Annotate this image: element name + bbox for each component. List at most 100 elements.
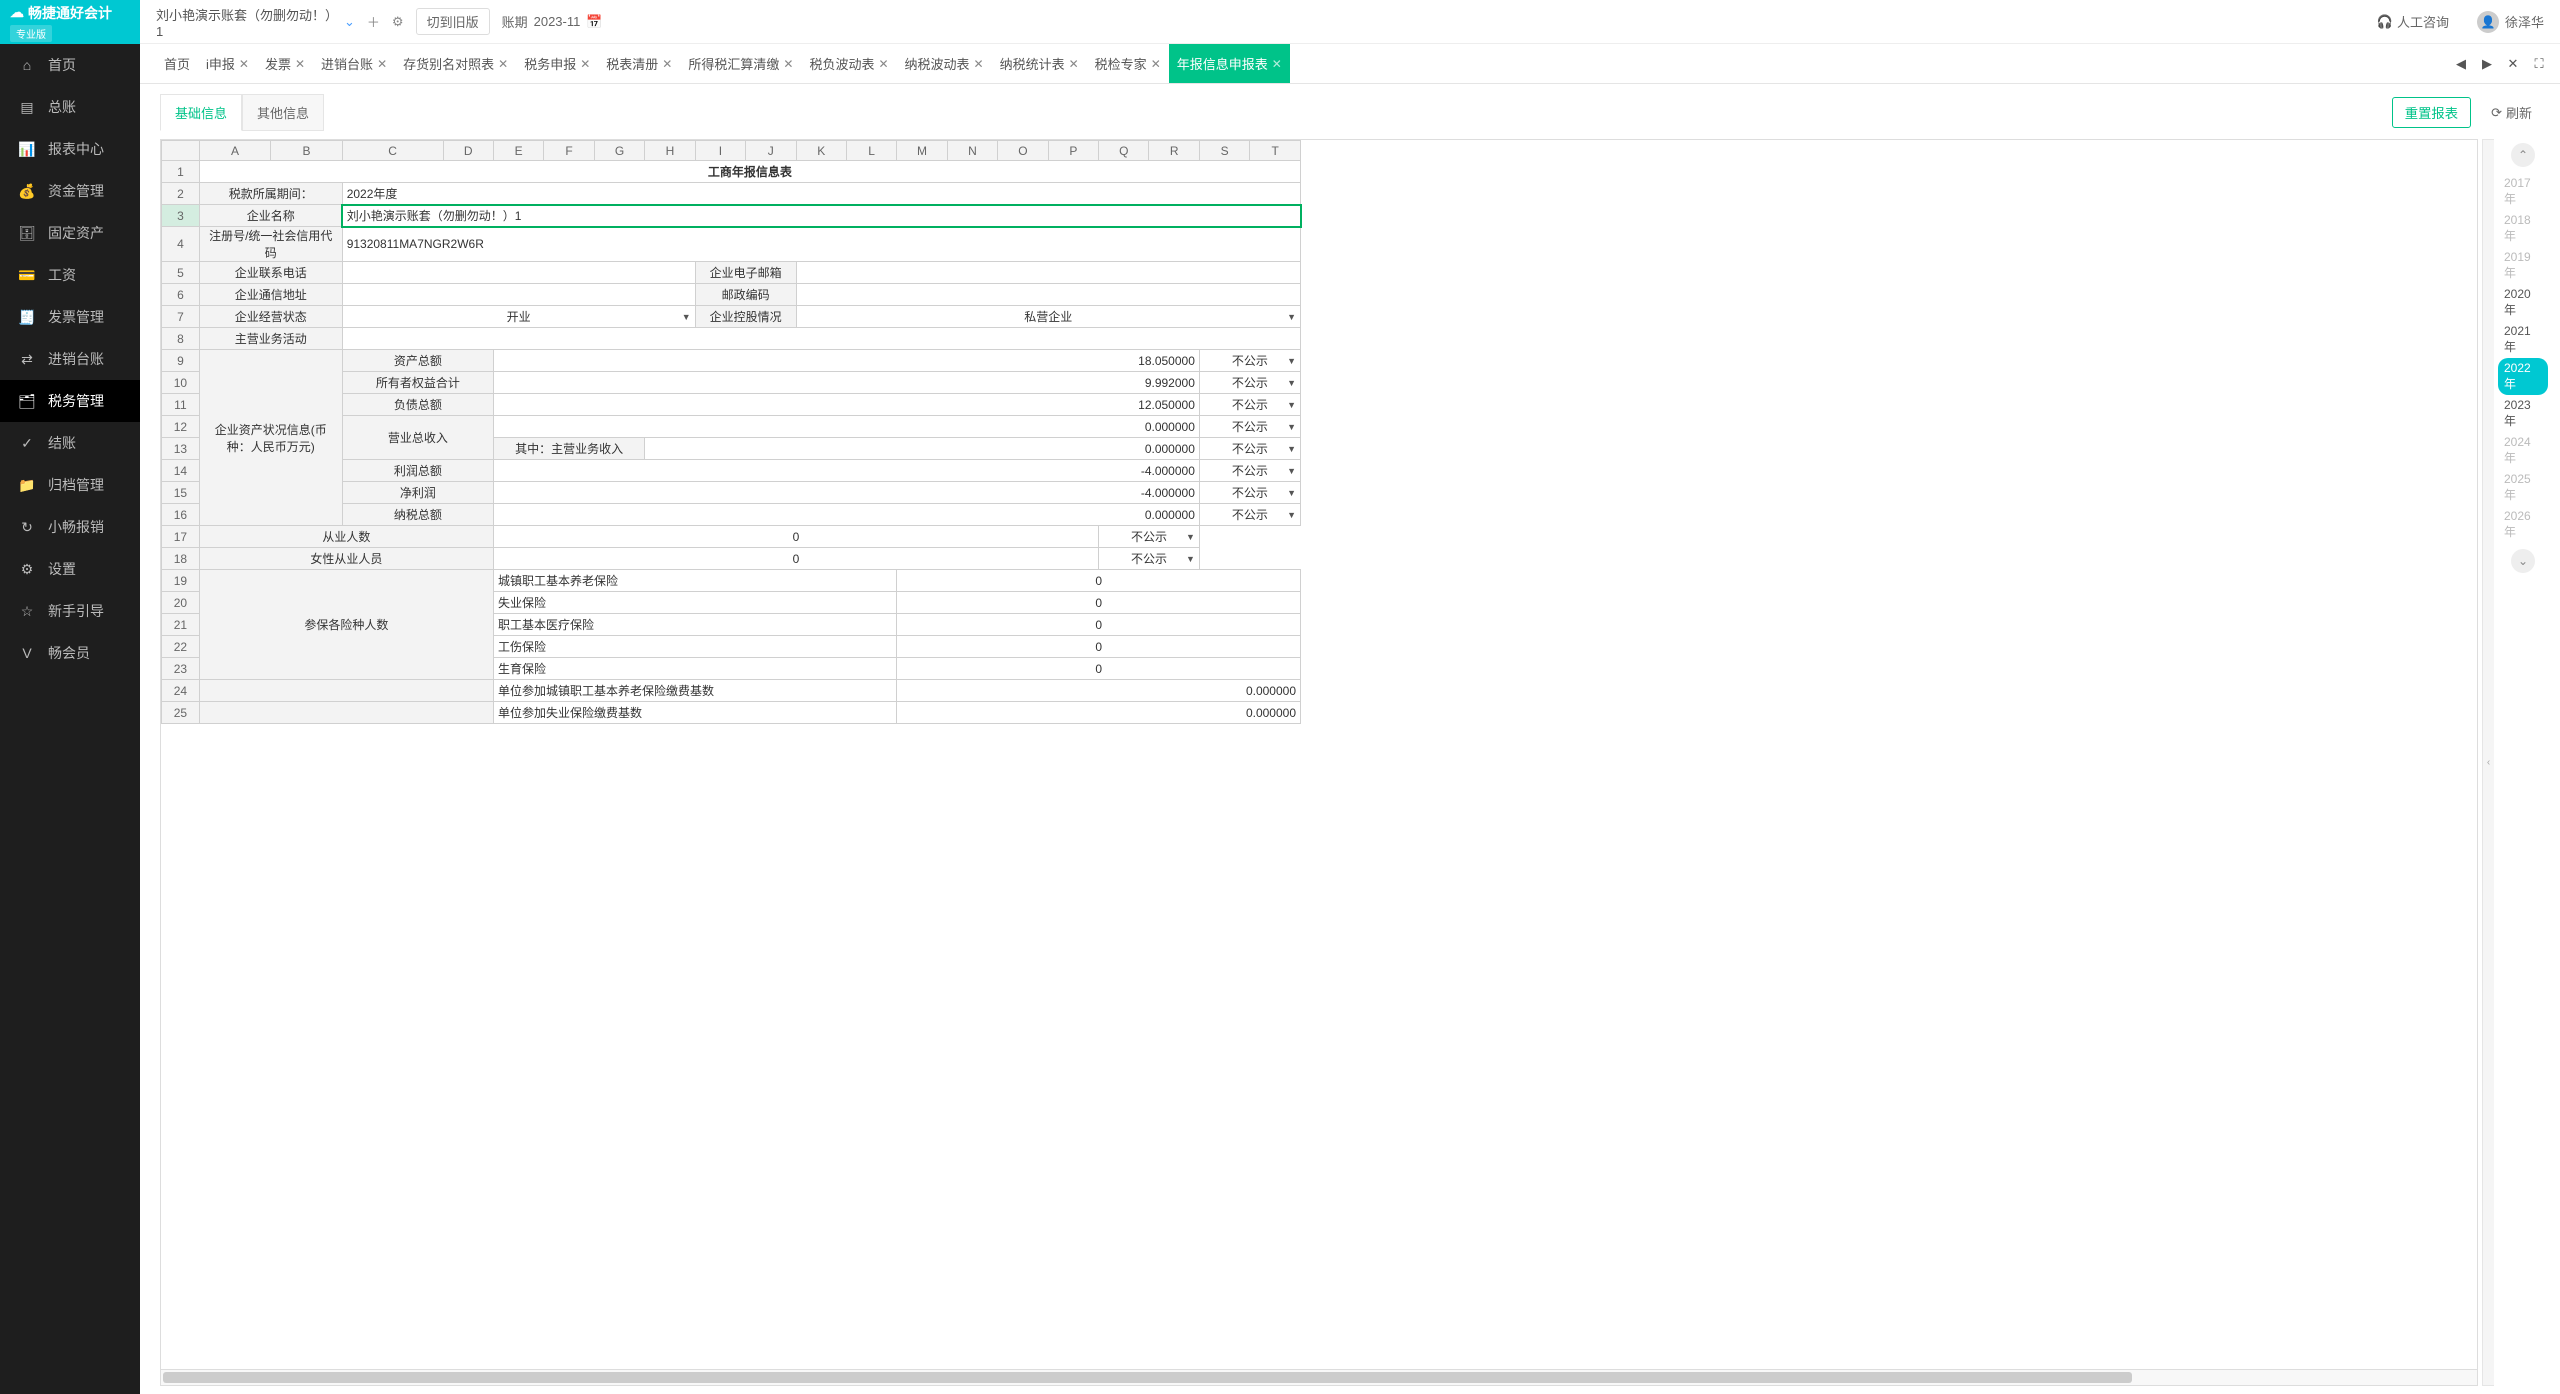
add-icon[interactable]: ＋ — [367, 12, 380, 31]
company-name-cell[interactable]: 刘小艳演示账套（勿删勿动！）1 — [342, 205, 1300, 227]
cell[interactable]: 12.050000 — [493, 394, 1199, 416]
cell[interactable]: 0.000000 — [897, 680, 1301, 702]
row-header[interactable]: 20 — [162, 592, 200, 614]
tab-prev-button[interactable]: ◀ — [2450, 53, 2472, 75]
row-header[interactable]: 25 — [162, 702, 200, 724]
tab[interactable]: 进销台账✕ — [313, 44, 395, 83]
col-header[interactable]: J — [746, 141, 796, 161]
dropdown-cell[interactable]: 不公示 — [1099, 548, 1200, 570]
close-icon[interactable]: ✕ — [1151, 57, 1161, 71]
col-header[interactable]: R — [1149, 141, 1199, 161]
cell[interactable] — [342, 328, 1300, 350]
account-selector[interactable]: 刘小艳演示账套（勿删勿动！）1 ⌄ — [156, 5, 355, 39]
row-header[interactable]: 18 — [162, 548, 200, 570]
col-header[interactable]: E — [493, 141, 543, 161]
nav-item-close[interactable]: ✓结账 — [0, 422, 140, 464]
nav-item-asset[interactable]: 🗄固定资产 — [0, 212, 140, 254]
year-down-button[interactable]: ⌄ — [2511, 549, 2535, 573]
close-icon[interactable]: ✕ — [974, 57, 984, 71]
close-icon[interactable]: ✕ — [239, 57, 249, 71]
row-header[interactable]: 15 — [162, 482, 200, 504]
tab[interactable]: 发票✕ — [257, 44, 313, 83]
nav-item-guide[interactable]: ☆新手引导 — [0, 590, 140, 632]
dropdown-cell[interactable]: 不公示 — [1199, 416, 1300, 438]
row-header[interactable]: 14 — [162, 460, 200, 482]
col-header[interactable]: C — [342, 141, 443, 161]
cell[interactable]: 0 — [897, 592, 1301, 614]
close-icon[interactable]: ✕ — [295, 57, 305, 71]
cell[interactable]: 0 — [493, 548, 1098, 570]
tab[interactable]: 税负波动表✕ — [801, 44, 896, 83]
cell[interactable]: -4.000000 — [493, 482, 1199, 504]
tab-next-button[interactable]: ▶ — [2476, 53, 2498, 75]
nav-item-tax[interactable]: 🗂税务管理 — [0, 380, 140, 422]
cell[interactable] — [796, 262, 1301, 284]
year-chip[interactable]: 2018年 — [2498, 210, 2548, 247]
tab-close-all-button[interactable]: ✕ — [2502, 53, 2524, 75]
row-header[interactable]: 21 — [162, 614, 200, 636]
year-chip[interactable]: 2019年 — [2498, 247, 2548, 284]
nav-item-fund[interactable]: 💰资金管理 — [0, 170, 140, 212]
col-header[interactable]: F — [544, 141, 594, 161]
row-header[interactable]: 17 — [162, 526, 200, 548]
close-icon[interactable]: ✕ — [498, 57, 508, 71]
cell[interactable]: 0.000000 — [493, 416, 1199, 438]
row-header[interactable]: 22 — [162, 636, 200, 658]
close-icon[interactable]: ✕ — [783, 57, 793, 71]
row-header[interactable]: 5 — [162, 262, 200, 284]
row-header[interactable]: 19 — [162, 570, 200, 592]
tab[interactable]: 纳税波动表✕ — [897, 44, 992, 83]
row-header[interactable]: 1 — [162, 161, 200, 183]
select-all-corner[interactable] — [162, 141, 200, 161]
year-chip[interactable]: 2023年 — [2498, 395, 2548, 432]
year-chip[interactable]: 2025年 — [2498, 469, 2548, 506]
col-header[interactable]: B — [271, 141, 342, 161]
cell[interactable]: 0 — [897, 658, 1301, 680]
col-header[interactable]: K — [796, 141, 846, 161]
year-chip[interactable]: 2020年 — [2498, 284, 2548, 321]
col-header[interactable]: O — [998, 141, 1048, 161]
close-icon[interactable]: ✕ — [1272, 57, 1282, 71]
nav-item-home[interactable]: ⌂首页 — [0, 44, 140, 86]
cell[interactable]: 9.992000 — [493, 372, 1199, 394]
cell[interactable]: 0 — [897, 614, 1301, 636]
row-header[interactable]: 24 — [162, 680, 200, 702]
period-display[interactable]: 账期 2023-11 📅 — [502, 12, 603, 31]
consult-button[interactable]: 🎧 人工咨询 — [2377, 12, 2449, 31]
nav-item-invoice[interactable]: 🧾发票管理 — [0, 296, 140, 338]
cell[interactable]: 0.000000 — [493, 504, 1199, 526]
dropdown-cell[interactable]: 不公示 — [1199, 482, 1300, 504]
col-header[interactable]: M — [897, 141, 947, 161]
tab[interactable]: 税表清册✕ — [598, 44, 680, 83]
cell[interactable] — [342, 262, 695, 284]
cell[interactable]: 0.000000 — [897, 702, 1301, 724]
refresh-button[interactable]: ⟳ 刷新 — [2483, 98, 2540, 127]
row-header[interactable]: 9 — [162, 350, 200, 372]
row-header[interactable]: 23 — [162, 658, 200, 680]
dropdown-cell[interactable]: 不公示 — [1199, 438, 1300, 460]
dropdown-cell[interactable]: 私营企业 — [796, 306, 1301, 328]
close-icon[interactable]: ✕ — [377, 57, 387, 71]
reset-report-button[interactable]: 重置报表 — [2392, 97, 2471, 128]
col-header[interactable]: Q — [1099, 141, 1149, 161]
col-header[interactable]: L — [846, 141, 896, 161]
horizontal-scrollbar[interactable] — [161, 1369, 2477, 1385]
year-chip[interactable]: 2022年 — [2498, 358, 2548, 395]
nav-item-salary[interactable]: 💳工资 — [0, 254, 140, 296]
row-header[interactable]: 2 — [162, 183, 200, 205]
col-header[interactable]: G — [594, 141, 644, 161]
nav-item-archive[interactable]: 📁归档管理 — [0, 464, 140, 506]
nav-item-settings[interactable]: ⚙设置 — [0, 548, 140, 590]
nav-item-vip[interactable]: V畅会员 — [0, 632, 140, 674]
dropdown-cell[interactable]: 不公示 — [1199, 504, 1300, 526]
dropdown-cell[interactable]: 不公示 — [1099, 526, 1200, 548]
cell[interactable]: 0 — [897, 570, 1301, 592]
col-header[interactable]: P — [1048, 141, 1098, 161]
col-header[interactable]: N — [947, 141, 997, 161]
nav-item-report[interactable]: 📊报表中心 — [0, 128, 140, 170]
row-header[interactable]: 11 — [162, 394, 200, 416]
tab[interactable]: 存货别名对照表✕ — [395, 44, 516, 83]
cell[interactable]: 0.000000 — [645, 438, 1200, 460]
row-header[interactable]: 12 — [162, 416, 200, 438]
tab[interactable]: 纳税统计表✕ — [992, 44, 1087, 83]
